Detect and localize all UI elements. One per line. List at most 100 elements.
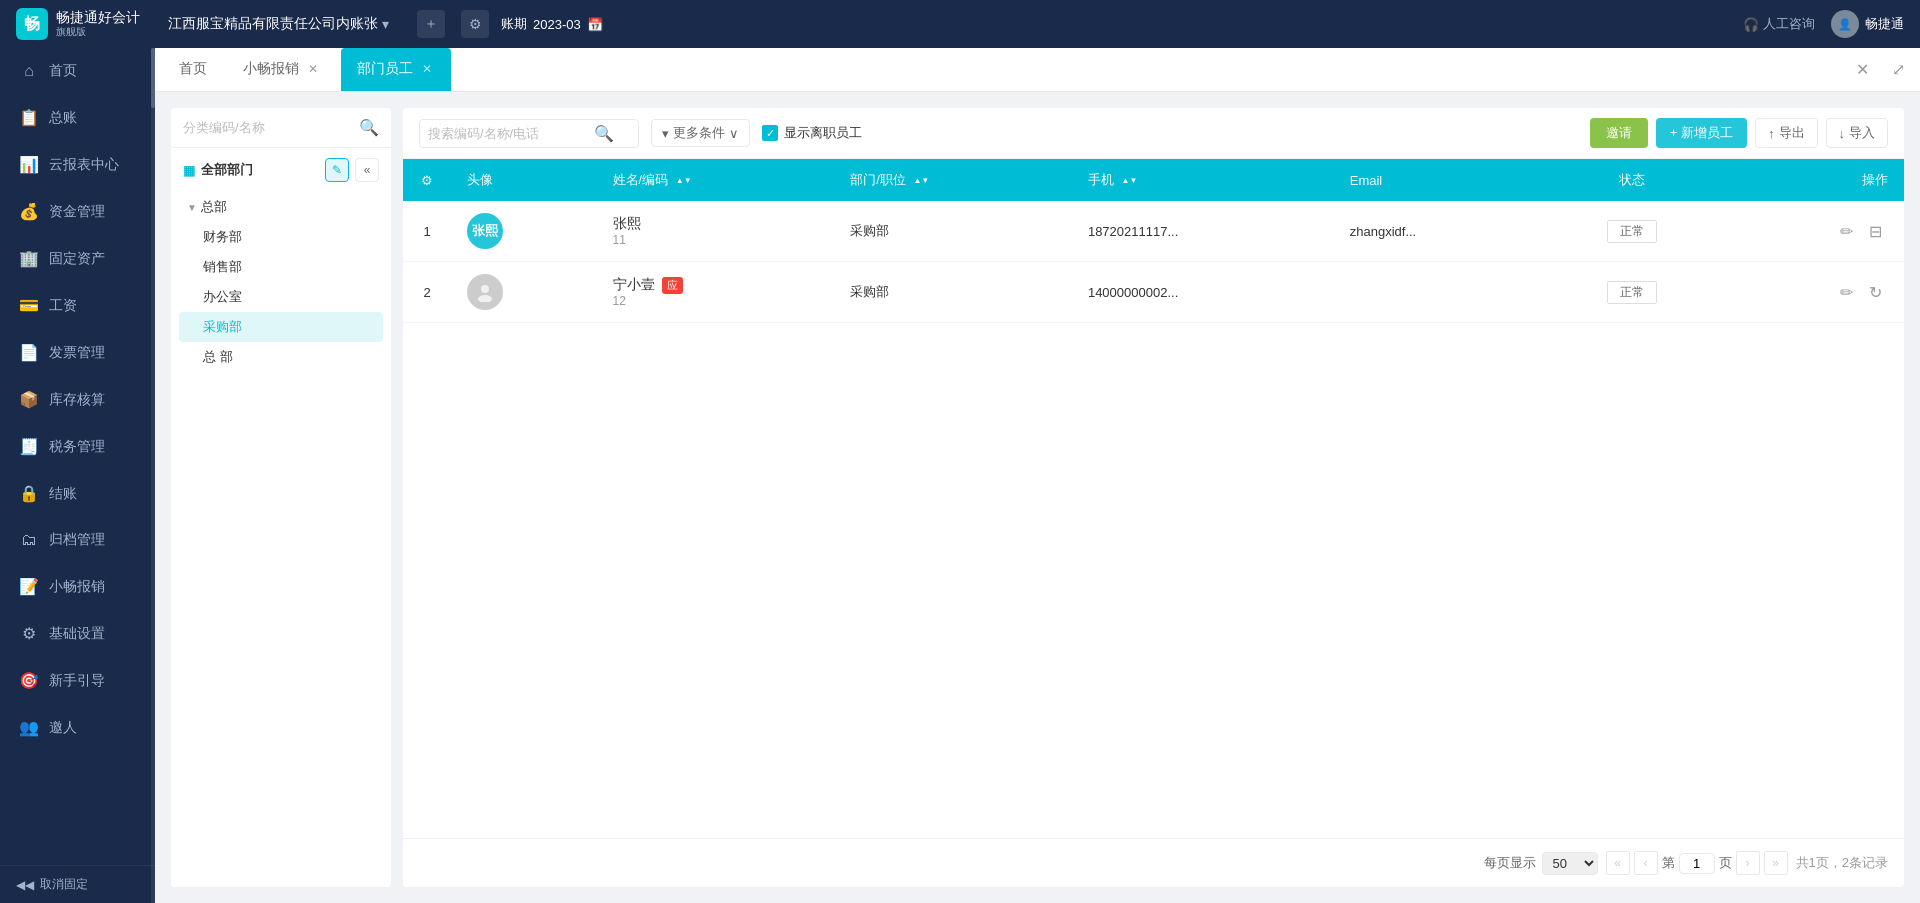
logo-icon: 畅 — [16, 8, 48, 40]
row-action-buttons: ✏ ↻ — [1736, 281, 1888, 304]
logo-area: 畅 畅捷通好会计 旗舰版 — [16, 8, 156, 40]
reports-icon: 📊 — [19, 155, 39, 174]
refresh-button[interactable]: ↻ — [1863, 281, 1888, 304]
sidebar-item-home[interactable]: ⌂ 首页 — [0, 48, 155, 94]
dept-collapse-button[interactable]: « — [355, 158, 379, 182]
dept-node-caiwu[interactable]: 财务部 — [179, 222, 383, 252]
sidebar-item-closing[interactable]: 🔒 结账 — [0, 470, 155, 517]
home-icon: ⌂ — [19, 62, 39, 80]
dept-node-bangongshi[interactable]: 办公室 — [179, 282, 383, 312]
sidebar-item-expense[interactable]: 📝 小畅报销 — [0, 563, 155, 610]
last-page-button[interactable]: » — [1764, 851, 1788, 875]
content-area: 首页 小畅报销 ✕ 部门员工 ✕ ✕ ⤢ 🔍 — [155, 48, 1920, 903]
col-email: Email — [1334, 159, 1545, 201]
employee-search-input[interactable] — [428, 126, 588, 141]
col-name-code[interactable]: 姓名/编码 ▲▼ — [597, 159, 835, 201]
per-page-select[interactable]: 50 20 100 — [1542, 852, 1598, 875]
sidebar-item-label: 云报表中心 — [49, 156, 119, 174]
invite-button[interactable]: 邀请 — [1590, 118, 1648, 148]
company-selector[interactable]: 江西服宝精品有限责任公司内账张 ▾ — [168, 15, 389, 33]
show-left-checkbox[interactable]: ✓ 显示离职员工 — [762, 124, 862, 142]
sidebar-item-funds[interactable]: 💰 资金管理 — [0, 188, 155, 235]
page-input[interactable] — [1679, 853, 1715, 874]
tab-expense[interactable]: 小畅报销 ✕ — [227, 48, 337, 91]
row-avatar — [451, 262, 597, 323]
top-bar-actions: ＋ ⚙ — [417, 10, 489, 38]
row-phone: 14000000002... — [1072, 262, 1334, 323]
service-button[interactable]: 🎧 人工咨询 — [1743, 15, 1815, 33]
sidebar-item-label: 新手引导 — [49, 672, 105, 690]
tab-close-all[interactable]: ✕ — [1848, 56, 1876, 84]
dept-node-zongbu-parent[interactable]: ▼ 总部 — [179, 192, 383, 222]
prev-page-button[interactable]: ‹ — [1634, 851, 1658, 875]
tab-expand[interactable]: ⤢ — [1884, 56, 1912, 84]
first-page-button[interactable]: « — [1606, 851, 1630, 875]
sidebar-item-label: 基础设置 — [49, 625, 105, 643]
page-content: 🔍 ▦ 全部部门 ✎ « ▼ 总部 — [155, 92, 1920, 903]
sidebar-item-invoice[interactable]: 📄 发票管理 — [0, 329, 155, 376]
sidebar-item-label: 小畅报销 — [49, 578, 105, 596]
avatar: 👤 — [1831, 10, 1859, 38]
filter-chevron: ∨ — [729, 126, 739, 141]
page-nav: « ‹ 第 页 › » — [1606, 851, 1788, 875]
sidebar-item-tax[interactable]: 🧾 税务管理 — [0, 423, 155, 470]
tab-expense-close[interactable]: ✕ — [305, 61, 321, 77]
dept-search-input[interactable] — [183, 120, 351, 135]
tab-expense-label: 小畅报销 — [243, 60, 299, 78]
sidebar-item-inventory[interactable]: 📦 库存核算 — [0, 376, 155, 423]
user-button[interactable]: 👤 畅捷通 — [1831, 10, 1904, 38]
sort-icon: ▲▼ — [1122, 176, 1138, 185]
sidebar-item-salary[interactable]: 💳 工资 — [0, 282, 155, 329]
sidebar-item-label: 首页 — [49, 62, 77, 80]
col-phone[interactable]: 手机 ▲▼ — [1072, 159, 1334, 201]
sidebar: ⌂ 首页 📋 总账 📊 云报表中心 💰 资金管理 🏢 固定资产 💳 工资 📄 发… — [0, 48, 155, 903]
next-page-button[interactable]: › — [1736, 851, 1760, 875]
employee-toolbar: 🔍 ▾ 更多条件 ∨ ✓ 显示离职员工 邀请 + 新增员工 — [403, 108, 1904, 159]
dept-node-zongbu2[interactable]: 总 部 — [179, 342, 383, 372]
calendar-icon[interactable]: 📅 — [587, 17, 603, 32]
alert-badge: 应 — [662, 277, 683, 294]
per-page-label: 每页显示 — [1484, 854, 1536, 872]
row-dept: 采购部 — [834, 201, 1072, 262]
dept-node-xiaoshou[interactable]: 销售部 — [179, 252, 383, 282]
sidebar-scrollbar[interactable] — [151, 48, 155, 903]
col-settings[interactable]: ⚙ — [403, 159, 451, 201]
tab-home[interactable]: 首页 — [163, 48, 223, 91]
top-bar-right: 🎧 人工咨询 👤 畅捷通 — [1743, 10, 1904, 38]
filter-button[interactable]: ▾ 更多条件 ∨ — [651, 119, 750, 147]
col-dept[interactable]: 部门/职位 ▲▼ — [834, 159, 1072, 201]
add-employee-button[interactable]: + 新增员工 — [1656, 118, 1747, 148]
sidebar-item-reports[interactable]: 📊 云报表中心 — [0, 141, 155, 188]
invoice-icon: 📄 — [19, 343, 39, 362]
sidebar-item-ledger[interactable]: 📋 总账 — [0, 94, 155, 141]
sidebar-item-archive[interactable]: 🗂 归档管理 — [0, 517, 155, 563]
dept-edit-button[interactable]: ✎ — [325, 158, 349, 182]
sidebar-item-assets[interactable]: 🏢 固定资产 — [0, 235, 155, 282]
add-button[interactable]: ＋ — [417, 10, 445, 38]
export-button[interactable]: ↑ 导出 — [1755, 118, 1818, 148]
sidebar-item-settings[interactable]: ⚙ 基础设置 — [0, 610, 155, 657]
tab-employees[interactable]: 部门员工 ✕ — [341, 48, 451, 91]
import-button[interactable]: ↓ 导入 — [1826, 118, 1889, 148]
dept-tree: ▼ 总部 财务部 销售部 办公室 采购部 — [171, 192, 391, 887]
sidebar-item-invite[interactable]: 👥 邀人 — [0, 704, 155, 751]
svg-point-1 — [478, 295, 492, 302]
tax-icon: 🧾 — [19, 437, 39, 456]
edit-button[interactable]: ✏ — [1834, 220, 1859, 243]
dept-node-label: 财务部 — [203, 228, 242, 246]
settings-button[interactable]: ⚙ — [461, 10, 489, 38]
dept-header: ▦ 全部部门 ✎ « — [171, 148, 391, 192]
employee-panel: 🔍 ▾ 更多条件 ∨ ✓ 显示离职员工 邀请 + 新增员工 — [403, 108, 1904, 887]
unpin-button[interactable]: ◀◀ 取消固定 — [0, 865, 155, 903]
dept-search-icon: 🔍 — [359, 118, 379, 137]
edit-button[interactable]: ✏ — [1834, 281, 1859, 304]
dept-node-label: 销售部 — [203, 258, 242, 276]
dept-node-caigou[interactable]: 采购部 — [179, 312, 383, 342]
tab-employees-close[interactable]: ✕ — [419, 61, 435, 77]
assets-icon: 🏢 — [19, 249, 39, 268]
row-name-code: 张熙 11 — [597, 201, 835, 262]
sidebar-item-guide[interactable]: 🎯 新手引导 — [0, 657, 155, 704]
employee-search-box: 🔍 — [419, 119, 639, 148]
logout-button[interactable]: ⊟ — [1863, 220, 1888, 243]
logo-title: 畅捷通好会计 — [56, 9, 140, 26]
